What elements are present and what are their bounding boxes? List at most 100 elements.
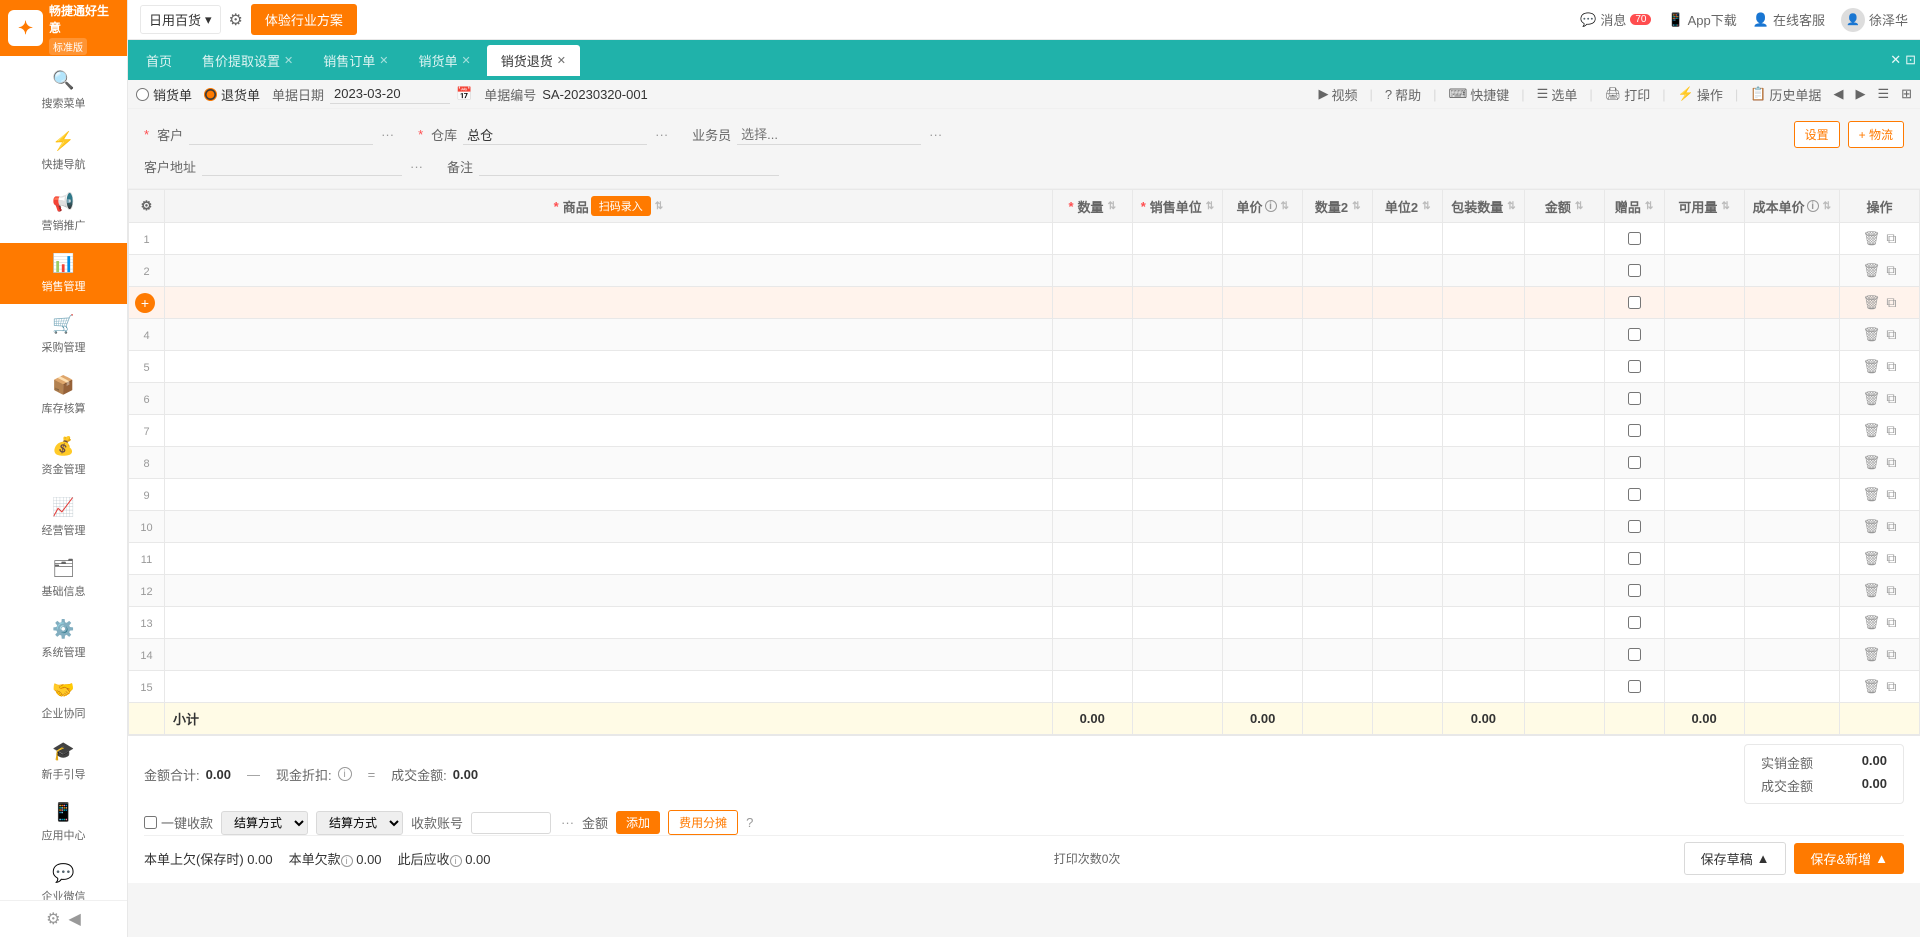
setting-button[interactable]: 设置 <box>1794 121 1840 148</box>
delete-row-1-icon[interactable]: 🗑 <box>1863 230 1881 247</box>
delete-icon[interactable]: 🗑 <box>1863 390 1881 407</box>
sidebar-item-enterprise[interactable]: 🤝 企业协同 <box>0 670 127 731</box>
available-cell-1[interactable] <box>1664 223 1744 255</box>
amount-cell-1[interactable] <box>1524 223 1604 255</box>
delete-icon[interactable]: 🗑 <box>1863 550 1881 567</box>
pack-qty-cell-1[interactable] <box>1443 223 1524 255</box>
available-cell-3[interactable] <box>1664 287 1744 319</box>
sort-qty2-icon[interactable]: ⇅ <box>1352 201 1360 212</box>
product-cell-2[interactable] <box>165 255 1053 287</box>
action-video[interactable]: ▶ 视频 <box>1318 85 1357 104</box>
delete-row-2-icon[interactable]: 🗑 <box>1863 262 1881 279</box>
delete-icon[interactable]: 🗑 <box>1863 614 1881 631</box>
industry-dropdown[interactable]: 日用百货 ▾ <box>140 5 221 34</box>
cost-info-icon[interactable]: i <box>1807 200 1819 212</box>
pack-qty-cell-3[interactable] <box>1443 287 1524 319</box>
settlement-method-select[interactable]: 结算方式 <box>221 811 308 835</box>
delete-icon[interactable]: 🗑 <box>1863 486 1881 503</box>
qty2-cell-1[interactable] <box>1303 223 1373 255</box>
account-dots[interactable]: ··· <box>561 815 574 830</box>
delete-icon[interactable]: 🗑 <box>1863 422 1881 439</box>
copy-row-2-icon[interactable]: ⧉ <box>1886 262 1896 279</box>
gift-checkbox-15[interactable] <box>1628 680 1641 693</box>
pack-qty-cell-2[interactable] <box>1443 255 1524 287</box>
sidebar-item-system[interactable]: ⚙️ 系统管理 <box>0 609 127 670</box>
gift-checkbox-8[interactable] <box>1628 456 1641 469</box>
tab-close-sales-return[interactable]: ✕ <box>557 54 566 67</box>
settings-bottom-icon[interactable]: ⚙ <box>46 909 60 929</box>
tab-sales-delivery[interactable]: 销货单 ✕ <box>404 45 484 76</box>
customer-dots[interactable]: ··· <box>381 127 394 142</box>
copy-icon[interactable]: ⧉ <box>1886 422 1896 439</box>
radio-return[interactable]: 退货单 <box>204 85 260 104</box>
sidebar-item-inventory[interactable]: 📦 库存核算 <box>0 365 127 426</box>
topbar-gear-icon[interactable]: ⚙ <box>229 10 243 30</box>
qty-cell-3[interactable] <box>1052 287 1132 319</box>
sidebar-item-sales[interactable]: 📊 销售管理 <box>0 243 127 304</box>
qty-cell-2[interactable] <box>1052 255 1132 287</box>
copy-row-1-icon[interactable]: ⧉ <box>1886 230 1896 247</box>
sort-unit-icon[interactable]: ⇅ <box>1206 201 1214 212</box>
copy-icon[interactable]: ⧉ <box>1886 326 1896 343</box>
add-row-button[interactable]: + <box>135 293 155 313</box>
action-next[interactable]: ▶ <box>1855 86 1865 102</box>
gift-checkbox-14[interactable] <box>1628 648 1641 661</box>
warehouse-input[interactable] <box>463 125 647 145</box>
product-cell-1[interactable] <box>165 223 1053 255</box>
price-cell-2[interactable] <box>1223 255 1303 287</box>
qty-cell-1[interactable] <box>1052 223 1132 255</box>
customer-input[interactable] <box>189 125 373 145</box>
fee-split-button[interactable]: 费用分摊 <box>668 810 738 835</box>
unit2-cell-1[interactable] <box>1373 223 1443 255</box>
action-operate[interactable]: ⚡ 操作 <box>1678 85 1723 104</box>
qty2-cell-2[interactable] <box>1303 255 1373 287</box>
tab-sales-order[interactable]: 销售订单 ✕ <box>309 45 402 76</box>
delete-icon[interactable]: 🗑 <box>1863 518 1881 535</box>
gift-checkbox-5[interactable] <box>1628 360 1641 373</box>
copy-icon[interactable]: ⧉ <box>1886 358 1896 375</box>
gift-checkbox-2[interactable] <box>1628 264 1641 277</box>
debts-info-icon[interactable]: i <box>341 855 353 867</box>
sidebar-item-purchase[interactable]: 🛒 采购管理 <box>0 304 127 365</box>
copy-icon[interactable]: ⧉ <box>1886 582 1896 599</box>
tab-home[interactable]: 首页 <box>132 45 186 76</box>
tab-close-price-setting[interactable]: ✕ <box>284 54 293 67</box>
copy-icon[interactable]: ⧉ <box>1886 678 1896 695</box>
sidebar-item-appstore[interactable]: 📱 应用中心 <box>0 792 127 853</box>
salesperson-dots[interactable]: ··· <box>929 127 942 142</box>
delete-row-3-icon[interactable]: 🗑 <box>1863 294 1881 311</box>
gift-checkbox-9[interactable] <box>1628 488 1641 501</box>
gift-checkbox-3[interactable] <box>1628 296 1641 309</box>
copy-icon[interactable]: ⧉ <box>1886 518 1896 535</box>
scan-input-button[interactable]: 扫码录入 <box>591 196 651 216</box>
gift-checkbox-13[interactable] <box>1628 616 1641 629</box>
price-cell-1[interactable] <box>1223 223 1303 255</box>
gift-checkbox-4[interactable] <box>1628 328 1641 341</box>
add-logistics-button[interactable]: + 物流 <box>1848 121 1904 148</box>
tab-close-sales-delivery[interactable]: ✕ <box>462 54 471 67</box>
tab-price-setting[interactable]: 售价提取设置 ✕ <box>188 45 307 76</box>
gift-checkbox-11[interactable] <box>1628 552 1641 565</box>
warehouse-dots[interactable]: ··· <box>655 127 668 142</box>
sidebar-item-operation[interactable]: 📈 经营管理 <box>0 487 127 548</box>
sort-qty-icon[interactable]: ⇅ <box>1108 201 1116 212</box>
cost-price-cell-1[interactable] <box>1744 223 1839 255</box>
sidebar-item-search[interactable]: 🔍 搜索菜单 <box>0 60 127 121</box>
add-payment-button[interactable]: 添加 <box>616 811 660 834</box>
receivable-info-icon[interactable]: i <box>450 855 462 867</box>
settings-col-icon[interactable]: ⚙ <box>141 198 153 213</box>
unit-cell-2[interactable] <box>1132 255 1222 287</box>
radio-return-input[interactable] <box>204 88 217 101</box>
one-click-payment-checkbox[interactable] <box>144 816 157 829</box>
action-print[interactable]: 🖨 打印 <box>1605 85 1651 104</box>
salesperson-input[interactable] <box>737 125 921 145</box>
price-cell-3[interactable] <box>1223 287 1303 319</box>
collapse-icon[interactable]: ◀ <box>69 909 81 929</box>
sidebar-item-newbie[interactable]: 🎓 新手引导 <box>0 731 127 792</box>
tab-sales-return[interactable]: 销货退货 ✕ <box>487 45 580 76</box>
sidebar-item-basic[interactable]: 🗂 基础信息 <box>0 548 127 609</box>
one-click-payment-check[interactable]: 一键收款 <box>144 813 213 832</box>
action-shortcut[interactable]: ⌨ 快捷键 <box>1448 85 1509 104</box>
sort-gift-icon[interactable]: ⇅ <box>1645 201 1653 212</box>
sort-price-icon[interactable]: ⇅ <box>1281 201 1289 212</box>
